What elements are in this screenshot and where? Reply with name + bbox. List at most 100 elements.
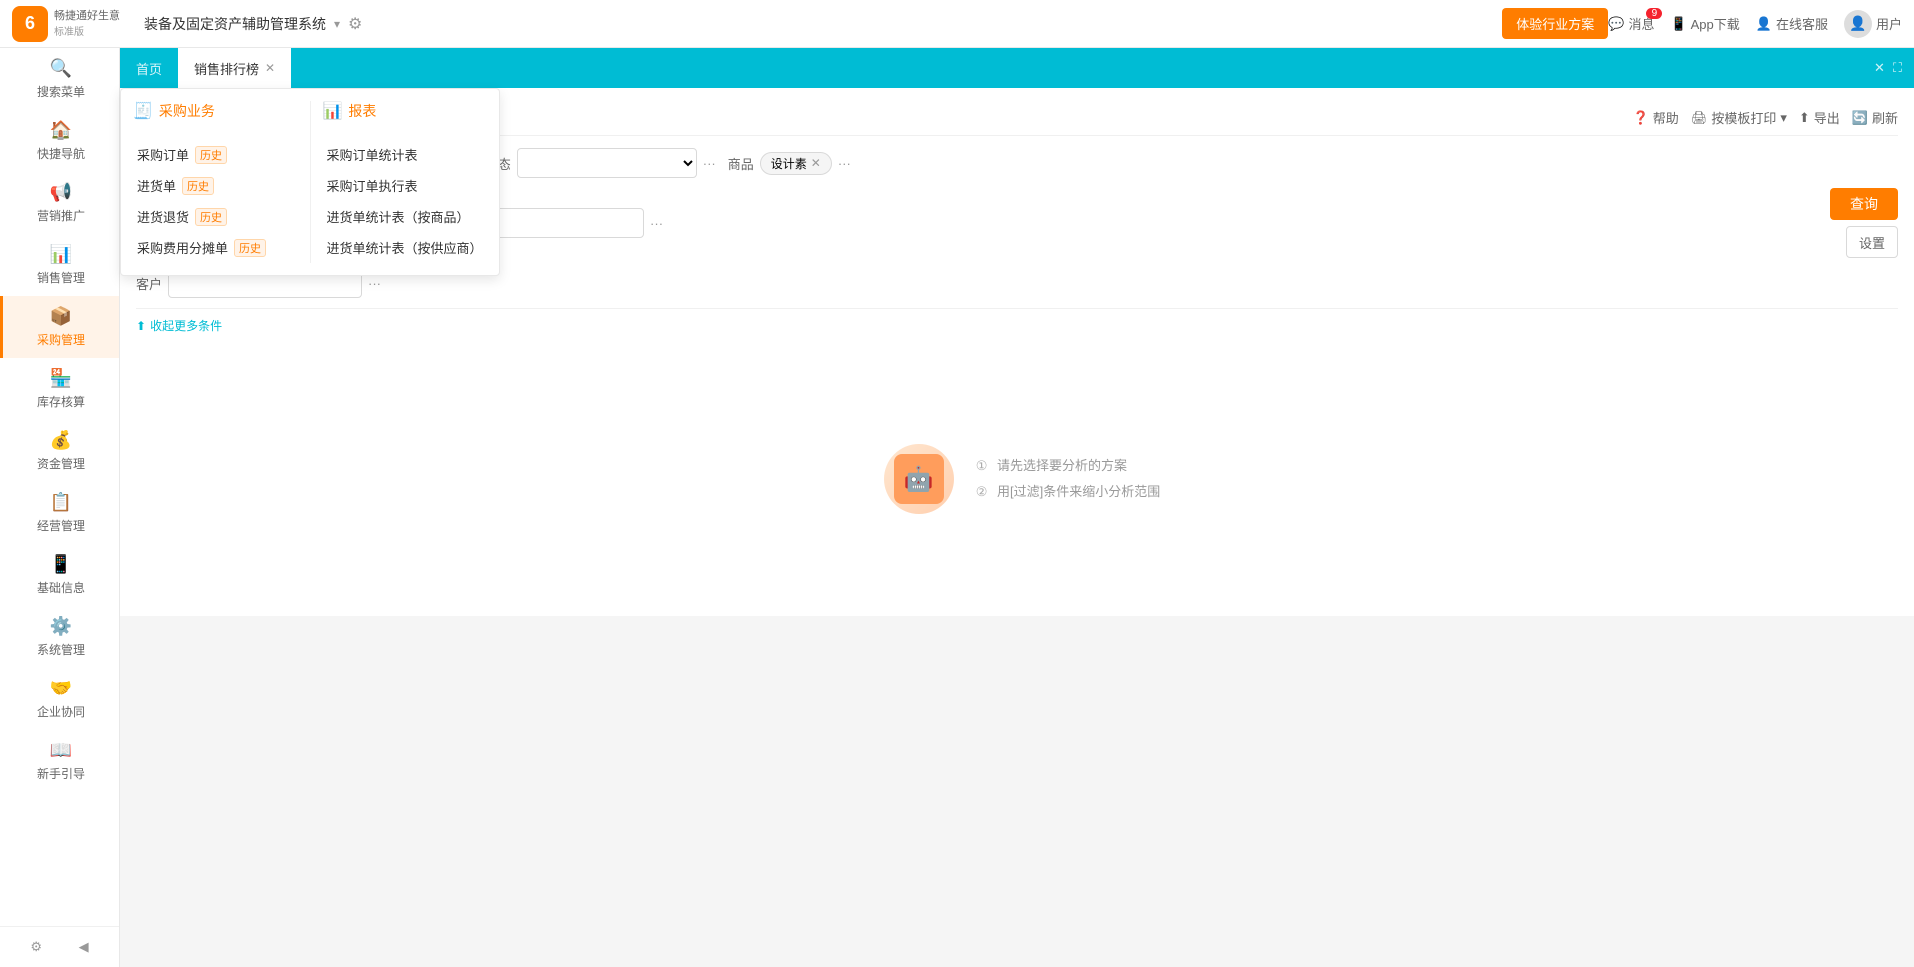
goods-dots[interactable]: ···	[838, 156, 851, 171]
dropdown-item-order-exec[interactable]: 采购订单执行表	[323, 170, 488, 201]
phone-icon: 📱	[1670, 16, 1686, 32]
instock-label: 进货单	[137, 176, 176, 195]
status-dots[interactable]: ···	[703, 156, 716, 171]
tab-expand-icon[interactable]: ⛶	[1893, 60, 1902, 76]
header-right: 💬 消息 9 📱 App下载 👤 在线客服 👤 用户	[1608, 10, 1902, 38]
export-button[interactable]: ⬆ 导出	[1799, 108, 1840, 127]
basic-icon: 📱	[50, 554, 72, 575]
top-header: 6 畅捷通好生意 标准版 装备及固定资产辅助管理系统 ▾ ⚙ 体验行业方案 💬 …	[0, 0, 1914, 48]
sidebar-item-finance[interactable]: 💰 资金管理	[0, 420, 119, 482]
expense-hist-badge[interactable]: 历史	[234, 239, 266, 257]
marketing-icon: 📢	[50, 182, 72, 203]
goods-tag: 设计素 ✕	[760, 152, 832, 175]
tab-sales-rank[interactable]: 销售排行榜 ✕	[178, 48, 291, 88]
customer-label: 客户	[136, 274, 162, 293]
system-icon: ⚙️	[50, 616, 72, 637]
tab-home[interactable]: 首页	[120, 48, 178, 88]
return-hist-badge[interactable]: 历史	[195, 208, 227, 226]
user-button[interactable]: 👤 用户	[1844, 10, 1902, 38]
print-button[interactable]: 🖨 按模板打印 ▾	[1691, 108, 1787, 127]
dropdown-item-order[interactable]: 采购订单 历史	[133, 139, 298, 170]
trial-button[interactable]: 体验行业方案	[1502, 8, 1608, 39]
sidebar-collapse-icon[interactable]: ◀	[79, 939, 89, 955]
sidebar-item-basic[interactable]: 📱 基础信息	[0, 544, 119, 606]
refresh-button[interactable]: 🔄 刷新	[1852, 108, 1898, 127]
sidebar-item-newbie[interactable]: 📖 新手引导	[0, 730, 119, 792]
finance-icon: 💰	[50, 430, 72, 451]
sidebar-item-purchase[interactable]: 📦 采购管理	[0, 296, 119, 358]
newbie-icon: 📖	[50, 740, 72, 761]
setting-button[interactable]: 设置	[1846, 226, 1898, 258]
sidebar-item-inventory[interactable]: 🏪 库存核算	[0, 358, 119, 420]
dropdown-item-instock[interactable]: 进货单 历史	[133, 170, 298, 201]
dropdown-item-return[interactable]: 进货退货 历史	[133, 201, 298, 232]
order-exec-label: 采购订单执行表	[327, 176, 418, 195]
service-icon: 👤	[1756, 16, 1772, 32]
status-select[interactable]	[517, 148, 697, 178]
sidebar-item-quick[interactable]: 🏠 快捷导航	[0, 110, 119, 172]
report-col-title: 📊 报表	[323, 101, 488, 129]
sidebar-item-enterprise[interactable]: 🤝 企业协同	[0, 668, 119, 730]
sales-icon: 📊	[50, 244, 72, 265]
sidebar-item-marketing[interactable]: 📢 营销推广	[0, 172, 119, 234]
sidebar-item-label: 销售管理	[37, 269, 85, 286]
inventory-icon: 🏪	[50, 368, 72, 389]
sidebar-bottom: ⚙ ◀	[0, 926, 119, 967]
dropdown-item-instock-by-goods[interactable]: 进货单统计表（按商品）	[323, 201, 488, 232]
message-button[interactable]: 💬 消息 9	[1608, 14, 1654, 33]
sidebar-item-label: 系统管理	[37, 641, 85, 658]
tab-sales-rank-label: 销售排行榜	[194, 59, 259, 78]
sidebar-settings-icon[interactable]: ⚙	[30, 939, 42, 955]
report-col-title-text: 报表	[348, 101, 376, 121]
tab-bar-right: ✕ ⛶	[1874, 60, 1914, 76]
refresh-icon: 🔄	[1852, 110, 1868, 126]
help-button[interactable]: ❓ 帮助	[1633, 108, 1679, 127]
sidebar-item-sales[interactable]: 📊 销售管理	[0, 234, 119, 296]
sidebar-item-label: 快捷导航	[37, 145, 85, 162]
home-icon: 🏠	[50, 120, 72, 141]
system-title-arrow[interactable]: ▾	[334, 17, 340, 31]
dropdown-item-order-stat[interactable]: 采购订单统计表	[323, 139, 488, 170]
salesperson-dots[interactable]: ···	[650, 216, 663, 231]
instock-hist-badge[interactable]: 历史	[182, 177, 214, 195]
goods-tag-remove[interactable]: ✕	[811, 156, 821, 170]
purchase-col: 🧾 采购业务 采购订单 历史 进货单 历史 进货退货 历史 采购费用分摊单 历史	[121, 101, 310, 263]
empty-tips: ① 请先选择要分析的方案 ② 用[过滤]条件来缩小分析范围	[976, 453, 1161, 505]
sidebar-item-label: 采购管理	[37, 331, 85, 348]
collapse-up-icon: ⬆	[136, 319, 146, 333]
dropdown-item-expense[interactable]: 采购费用分摊单 历史	[133, 232, 298, 263]
order-hist-badge[interactable]: 历史	[195, 146, 227, 164]
tab-close-icon[interactable]: ✕	[265, 61, 275, 75]
empty-tip-1: 请先选择要分析的方案	[997, 458, 1127, 473]
help-icon: ❓	[1633, 110, 1649, 126]
purchase-dropdown-menu: 🧾 采购业务 采购订单 历史 进货单 历史 进货退货 历史 采购费用分摊单 历史…	[120, 88, 500, 276]
sidebar-item-label: 资金管理	[37, 455, 85, 472]
settings-gear-icon[interactable]: ⚙	[348, 14, 362, 34]
query-button[interactable]: 查询	[1830, 188, 1898, 220]
report-col: 📊 报表 采购订单统计表 采购订单执行表 进货单统计表（按商品） 进货单统计表（…	[310, 101, 500, 263]
purchase-col-icon: 🧾	[133, 101, 153, 121]
purchase-col-title-text: 采购业务	[159, 101, 215, 121]
collapse-button[interactable]: ⬆ 收起更多条件	[136, 317, 1898, 334]
system-title-area: 装备及固定资产辅助管理系统 ▾ ⚙	[132, 14, 1490, 34]
purchase-col-title: 🧾 采购业务	[133, 101, 298, 129]
goods-tag-text: 设计素	[771, 155, 807, 172]
sidebar-item-system[interactable]: ⚙️ 系统管理	[0, 606, 119, 668]
logo-text: 畅捷通好生意 标准版	[54, 9, 120, 38]
system-title-text: 装备及固定资产辅助管理系统	[144, 14, 326, 34]
app-download-label: App下载	[1691, 14, 1740, 33]
app-download-button[interactable]: 📱 App下载	[1670, 14, 1739, 33]
sidebar-item-label: 营销推广	[37, 207, 85, 224]
sidebar-item-operation[interactable]: 📋 经营管理	[0, 482, 119, 544]
customer-dots[interactable]: ···	[368, 276, 381, 291]
order-stat-label: 采购订单统计表	[327, 145, 418, 164]
export-label: 导出	[1814, 108, 1840, 127]
logo-icon: 6	[12, 6, 48, 42]
sidebar-item-label: 新手引导	[37, 765, 85, 782]
online-service-button[interactable]: 👤 在线客服	[1756, 14, 1828, 33]
tab-close-all-icon[interactable]: ✕	[1874, 60, 1885, 76]
enterprise-icon: 🤝	[50, 678, 72, 699]
sidebar-item-search[interactable]: 🔍 搜索菜单	[0, 48, 119, 110]
logo-area: 6 畅捷通好生意 标准版	[12, 6, 132, 42]
dropdown-item-instock-by-supplier[interactable]: 进货单统计表（按供应商）	[323, 232, 488, 263]
